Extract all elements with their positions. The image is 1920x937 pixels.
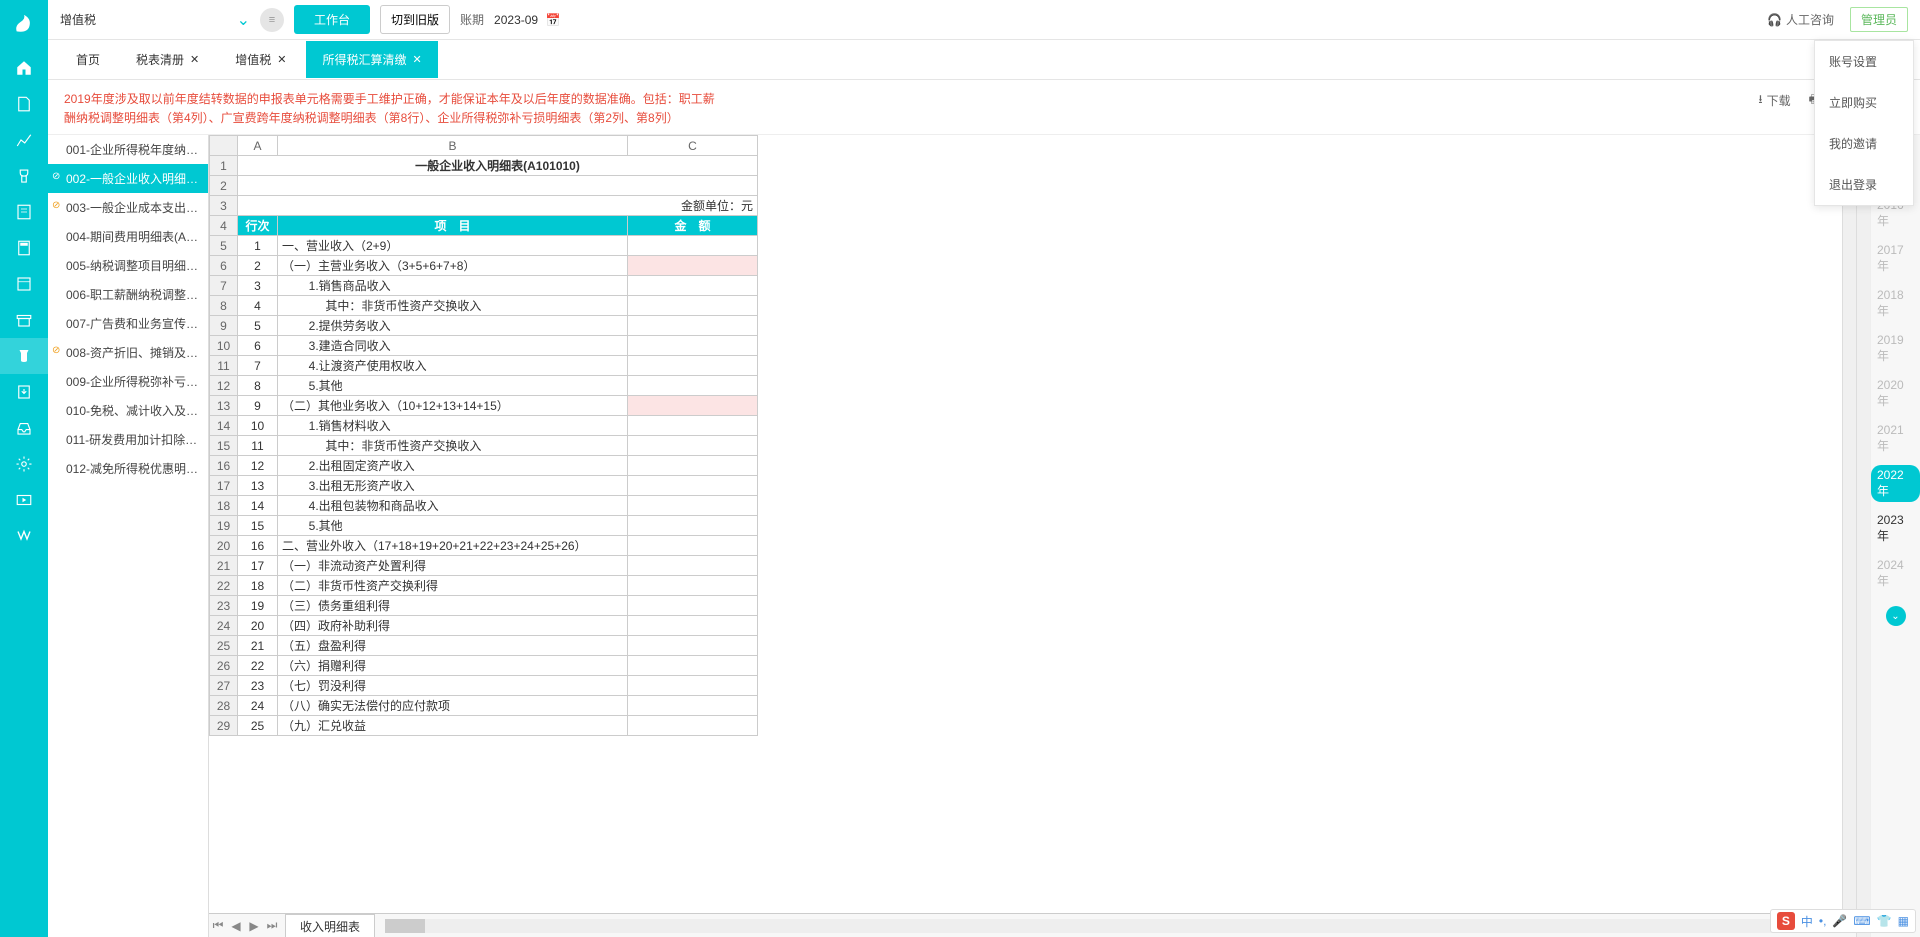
sheet-scroll[interactable]: ABC1一般企业收入明细表(A101010)23金额单位：元4行次项 目金 额5… xyxy=(209,135,1842,913)
headset-icon: 🎧 xyxy=(1767,13,1782,27)
company-dropdown[interactable]: 增值税 ⌄ xyxy=(60,10,250,30)
ime-logo-icon[interactable]: S xyxy=(1777,912,1795,930)
horizontal-scrollbar[interactable] xyxy=(385,919,1846,933)
vertical-scrollbar[interactable] xyxy=(1842,135,1856,913)
note-icon[interactable]: ≡ xyxy=(260,8,284,32)
form-list-item[interactable]: 004-期间费用明细表(A1040... xyxy=(48,222,208,251)
nav-settings-icon[interactable] xyxy=(0,446,48,482)
left-sidebar xyxy=(0,0,48,937)
period-picker[interactable]: 2023-09 📅 xyxy=(494,13,560,27)
nav-vip-icon[interactable] xyxy=(0,518,48,554)
consult-link[interactable]: 🎧 人工咨询 xyxy=(1759,7,1842,32)
ime-punct-icon[interactable]: •, xyxy=(1819,914,1827,928)
year-item[interactable]: 2017年 xyxy=(1871,240,1920,277)
tab-item[interactable]: 首页 xyxy=(60,41,116,78)
admin-menu-logout[interactable]: 退出登录 xyxy=(1815,164,1913,205)
nav-doc-icon[interactable] xyxy=(0,86,48,122)
form-list-item[interactable]: 010-免税、减计收入及加计... xyxy=(48,396,208,425)
year-item[interactable]: 2019年 xyxy=(1871,330,1920,367)
download-button[interactable]: ⭳下载 xyxy=(1758,90,1790,111)
nav-form-icon[interactable] xyxy=(0,194,48,230)
nav-calc-icon[interactable] xyxy=(0,230,48,266)
year-item[interactable]: 2023年 xyxy=(1871,510,1920,547)
warn-icon: ⊘ xyxy=(52,345,60,356)
sheet-tab[interactable]: 收入明细表 xyxy=(285,914,375,937)
spreadsheet: ABC1一般企业收入明细表(A101010)23金额单位：元4行次项 目金 额5… xyxy=(208,135,1856,937)
admin-menu-invite[interactable]: 我的邀请 xyxy=(1815,123,1913,164)
nav-inbox-icon[interactable] xyxy=(0,410,48,446)
form-list-item[interactable]: 007-广告费和业务宣传费跨... xyxy=(48,309,208,338)
tab-item[interactable]: 税表清册✕ xyxy=(120,41,215,78)
sheet-tab-bar: ⏮ ◀ ▶ ⏭ 收入明细表 xyxy=(209,913,1856,937)
page-tabs: 首页税表清册✕增值税✕所得税汇算清缴✕ xyxy=(48,40,1920,80)
sheet-nav-prev[interactable]: ◀ xyxy=(227,919,245,933)
sheet-nav-first[interactable]: ⏮ xyxy=(209,918,227,933)
sheet-nav-next[interactable]: ▶ xyxy=(245,919,263,933)
form-list-item[interactable]: 012-减免所得税优惠明细表(... xyxy=(48,454,208,483)
nav-template-icon[interactable] xyxy=(0,266,48,302)
year-item[interactable]: 2021年 xyxy=(1871,420,1920,457)
nav-chart-icon[interactable] xyxy=(0,122,48,158)
year-item[interactable]: 2024年 xyxy=(1871,555,1920,592)
nav-video-icon[interactable] xyxy=(0,482,48,518)
form-list-item[interactable]: ⊘008-资产折旧、摊销及纳税... xyxy=(48,338,208,367)
nav-export-icon[interactable] xyxy=(0,374,48,410)
tab-item[interactable]: 增值税✕ xyxy=(219,41,302,78)
form-list-item[interactable]: 001-企业所得税年度纳税申... xyxy=(48,135,208,164)
form-list: 001-企业所得税年度纳税申...⊘002-一般企业收入明细表(A1...⊘00… xyxy=(48,135,208,937)
form-list-item[interactable]: 005-纳税调整项目明细表(A1... xyxy=(48,251,208,280)
switch-old-button[interactable]: 切到旧版 xyxy=(380,5,450,34)
tab-close-icon[interactable]: ✕ xyxy=(190,53,199,66)
year-item[interactable]: 2020年 xyxy=(1871,375,1920,412)
content-area: 2019年度涉及取以前年度结转数据的申报表单元格需要手工维护正确，才能保证本年及… xyxy=(48,80,1920,937)
warning-notice: 2019年度涉及取以前年度结转数据的申报表单元格需要手工维护正确，才能保证本年及… xyxy=(64,90,724,128)
ime-toolbar: S 中 •, 🎤 ⌨ 👕 ▦ xyxy=(1770,909,1916,933)
tab-close-icon[interactable]: ✕ xyxy=(413,53,422,66)
chevron-down-icon: ⌄ xyxy=(237,10,250,30)
calendar-icon: 📅 xyxy=(545,13,560,27)
form-list-item[interactable]: 006-职工薪酬纳税调整明细... xyxy=(48,280,208,309)
admin-dropdown[interactable]: 管理员 xyxy=(1850,7,1908,32)
year-rail: 2016年2017年2018年2019年2020年2021年2022年2023年… xyxy=(1870,135,1920,937)
year-item[interactable]: 2022年 xyxy=(1871,465,1920,502)
warn-icon: ⊘ xyxy=(52,200,60,211)
company-name: 增值税 xyxy=(60,11,96,28)
form-list-item[interactable]: 011-研发费用加计扣除优惠... xyxy=(48,425,208,454)
year-more-icon[interactable]: ⌄ xyxy=(1886,606,1906,626)
ime-mic-icon[interactable]: 🎤 xyxy=(1832,914,1847,928)
sheet-nav-last[interactable]: ⏭ xyxy=(263,918,281,933)
ime-lang[interactable]: 中 xyxy=(1801,913,1813,930)
download-icon: ⭳ xyxy=(1758,90,1762,111)
form-list-item[interactable]: 009-企业所得税弥补亏损明... xyxy=(48,367,208,396)
ime-tools-icon[interactable]: ▦ xyxy=(1898,914,1909,928)
nav-tax-icon[interactable] xyxy=(0,338,48,374)
nav-archive-icon[interactable] xyxy=(0,302,48,338)
nav-money-icon[interactable] xyxy=(0,158,48,194)
workbench-button[interactable]: 工作台 xyxy=(294,5,370,34)
topbar: 增值税 ⌄ ≡ 工作台 切到旧版 账期 2023-09 📅 🎧 人工咨询 管理员 xyxy=(48,0,1920,40)
tab-close-icon[interactable]: ✕ xyxy=(277,53,286,66)
admin-menu-buy[interactable]: 立即购买 xyxy=(1815,82,1913,123)
warn-icon: ⊘ xyxy=(52,171,60,182)
tab-item[interactable]: 所得税汇算清缴✕ xyxy=(306,41,437,78)
admin-menu: 账号设置 立即购买 我的邀请 退出登录 xyxy=(1814,40,1914,206)
ime-skin-icon[interactable]: 👕 xyxy=(1877,914,1892,928)
year-item[interactable]: 2018年 xyxy=(1871,285,1920,322)
ime-keyboard-icon[interactable]: ⌨ xyxy=(1853,914,1870,928)
form-list-item[interactable]: ⊘003-一般企业成本支出明细... xyxy=(48,193,208,222)
app-logo xyxy=(8,8,40,40)
content-scrollbar[interactable] xyxy=(1856,135,1870,937)
period-label: 账期 xyxy=(460,11,484,28)
nav-home-icon[interactable] xyxy=(0,50,48,86)
admin-menu-account[interactable]: 账号设置 xyxy=(1815,41,1913,82)
form-list-item[interactable]: ⊘002-一般企业收入明细表(A1... xyxy=(48,164,208,193)
main-area: 增值税 ⌄ ≡ 工作台 切到旧版 账期 2023-09 📅 🎧 人工咨询 管理员… xyxy=(48,0,1920,937)
period-value: 2023-09 xyxy=(494,13,538,27)
